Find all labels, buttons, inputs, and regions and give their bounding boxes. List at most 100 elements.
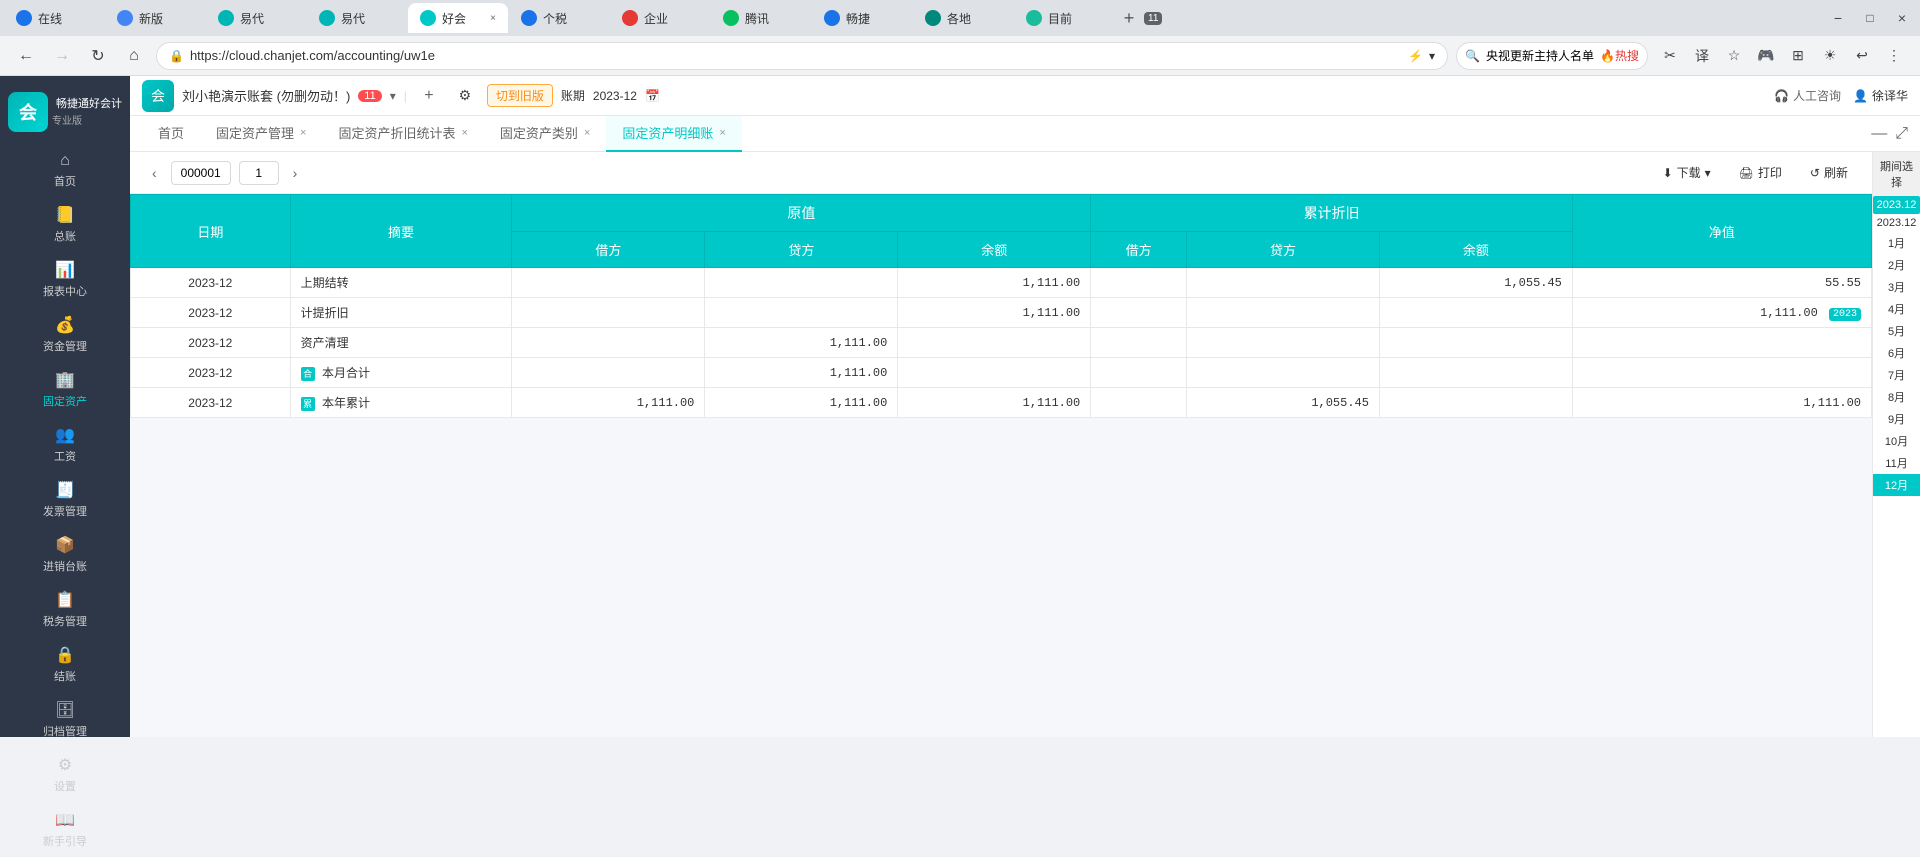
settings-button[interactable]: ⚙ [451,82,479,110]
search-bar[interactable]: 🔍 央视更新主持人名单 🔥热搜 [1456,42,1648,70]
table-row: 2023-12 合 本月合计 1,111.00 [131,358,1872,388]
grid-tool[interactable]: ⊞ [1784,42,1812,70]
tab-fixed-mgmt[interactable]: 固定资产管理 × [200,116,322,152]
browser-tab-haohui[interactable]: 好会 × [408,3,508,33]
sidebar-item-payroll[interactable]: 👥 工资 [0,417,130,472]
sidebar-item-invoice[interactable]: 🧾 发票管理 [0,472,130,527]
browser-tab-muqian[interactable]: 目前 [1014,3,1114,33]
sidebar-item-close[interactable]: 🔒 结账 [0,637,130,692]
period-month-12[interactable]: 12月 [1873,474,1920,496]
period-month-6[interactable]: 6月 [1873,342,1920,364]
sidebar-logo: 会 畅捷通好会计 专业版 [0,84,130,140]
more-tool[interactable]: ⋮ [1880,42,1908,70]
dropdown-icon[interactable]: ▾ [390,89,396,103]
switch-version-button[interactable]: 切到旧版 [487,84,553,107]
browser-tab-qiye[interactable]: 企业 [610,3,710,33]
tab-fixed-mgmt-close[interactable]: × [300,127,306,139]
sidebar-label-settings: 设置 [54,778,76,794]
print-button[interactable]: 🖨 打印 [1731,160,1790,185]
period-month-2[interactable]: 2月 [1873,254,1920,276]
row0-date: 2023-12 [131,268,291,298]
user-menu[interactable]: 👤 徐译华 [1853,87,1908,104]
next-page-button[interactable]: › [287,163,304,183]
period-month-8[interactable]: 8月 [1873,386,1920,408]
col-summary: 摘要 [290,195,512,268]
tab-close-haohui[interactable]: × [490,13,496,24]
restore-button[interactable]: □ [1856,4,1884,32]
star-tool[interactable]: ☆ [1720,42,1748,70]
browser-tab-online[interactable]: 在线 [4,3,104,33]
page-tabs-actions: — ⤢ [1871,125,1908,143]
period-month-1[interactable]: 1月 [1873,232,1920,254]
topbar-logo-icon: 会 [142,80,174,112]
sidebar-item-archive[interactable]: 🗄 归档管理 [0,692,130,747]
tab-home[interactable]: 首页 [142,116,200,152]
calendar-icon[interactable]: 📅 [645,89,660,103]
collapse-icon[interactable]: — [1871,125,1887,143]
tab-label-xinban: 新版 [139,10,163,27]
tab-fixed-detail-close[interactable]: × [719,127,725,139]
sidebar-item-home[interactable]: 首页 [0,144,130,197]
address-bar[interactable]: 🔒 https://cloud.chanjet.com/accounting/u… [156,42,1448,70]
minimize-button[interactable]: − [1824,4,1852,32]
game-tool[interactable]: 🎮 [1752,42,1780,70]
forward-button[interactable]: → [48,42,76,70]
sidebar-item-reports[interactable]: 📊 报表中心 [0,252,130,307]
sidebar-item-fixed-assets[interactable]: 🏢 固定资产 [0,362,130,417]
download-button[interactable]: ⬇ 下载 ▾ [1655,160,1719,185]
row4-tag: 累 [301,397,315,411]
browser-tab-tengxun[interactable]: 腾讯 [711,3,811,33]
row3-orig-debit [512,358,705,388]
period-month-10[interactable]: 10月 [1873,430,1920,452]
page-number-input[interactable] [239,161,279,185]
period-month-11[interactable]: 11月 [1873,452,1920,474]
sidebar-item-guide[interactable]: 📖 新手引导 [0,802,130,857]
tab-label-online: 在线 [38,10,62,27]
period-month-5[interactable]: 5月 [1873,320,1920,342]
period-date-2[interactable]: 2023.12 [1873,214,1920,232]
period-month-3[interactable]: 3月 [1873,276,1920,298]
tab-fixed-cat-close[interactable]: × [584,127,590,139]
sidebar-item-settings[interactable]: ⚙ 设置 [0,747,130,802]
browser-tab-yidai1[interactable]: 易代 [206,3,306,33]
expand-icon[interactable]: ⤢ [1895,125,1908,143]
sidebar-item-general-ledger[interactable]: 📒 总账 [0,197,130,252]
period-month-7[interactable]: 7月 [1873,364,1920,386]
browser-tab-gedi[interactable]: 各地 [913,3,1013,33]
sidebar-label-fund: 资金管理 [43,338,87,354]
new-tab-button[interactable]: + [1115,4,1143,32]
close-button[interactable]: × [1888,4,1916,32]
period-date-1[interactable]: 2023.12 [1873,196,1920,214]
customer-service-button[interactable]: 🎧 人工咨询 [1774,87,1841,104]
refresh-icon: ↺ [1810,166,1820,180]
address-dropdown-icon[interactable]: ▾ [1429,49,1435,63]
period-month-9[interactable]: 9月 [1873,408,1920,430]
sidebar-item-fund[interactable]: 💰 资金管理 [0,307,130,362]
tab-fixed-cat[interactable]: 固定资产类别 × [484,116,606,152]
home-nav-button[interactable]: ⌂ [120,42,148,70]
period-month-4[interactable]: 4月 [1873,298,1920,320]
browser-tab-geshui[interactable]: 个税 [509,3,609,33]
browser-tab-changjie[interactable]: 畅捷 [812,3,912,33]
reload-button[interactable]: ↻ [84,42,112,70]
browser-tab-yidai2[interactable]: 易代 [307,3,407,33]
tab-fixed-dep-stat-close[interactable]: × [461,127,467,139]
tab-fixed-detail[interactable]: 固定资产明细账 × [606,116,741,152]
topbar-right: 🎧 人工咨询 👤 徐译华 [1774,87,1908,104]
tab-fixed-dep-stat[interactable]: 固定资产折旧统计表 × [322,116,483,152]
scissors-tool[interactable]: ✂ [1656,42,1684,70]
prev-page-button[interactable]: ‹ [146,163,163,183]
translate-tool[interactable]: 译 [1688,42,1716,70]
main-content: 会 刘小艳演示账套 (勿删勿动！) 11 ▾ | + ⚙ 切到旧版 账期 202… [130,76,1920,737]
back-button[interactable]: ← [12,42,40,70]
undo-tool[interactable]: ↩ [1848,42,1876,70]
archive-icon: 🗄 [55,700,75,720]
brightness-tool[interactable]: ☀ [1816,42,1844,70]
sidebar-item-stock[interactable]: 📦 进销台账 [0,527,130,582]
add-account-button[interactable]: + [415,82,443,110]
table-row: 2023-12 计提折旧 1,111.00 [131,298,1872,328]
refresh-button[interactable]: ↺ 刷新 [1802,160,1856,185]
asset-code-input[interactable] [171,161,231,185]
sidebar-item-tax[interactable]: 📋 税务管理 [0,582,130,637]
browser-tab-xinban[interactable]: 新版 [105,3,205,33]
